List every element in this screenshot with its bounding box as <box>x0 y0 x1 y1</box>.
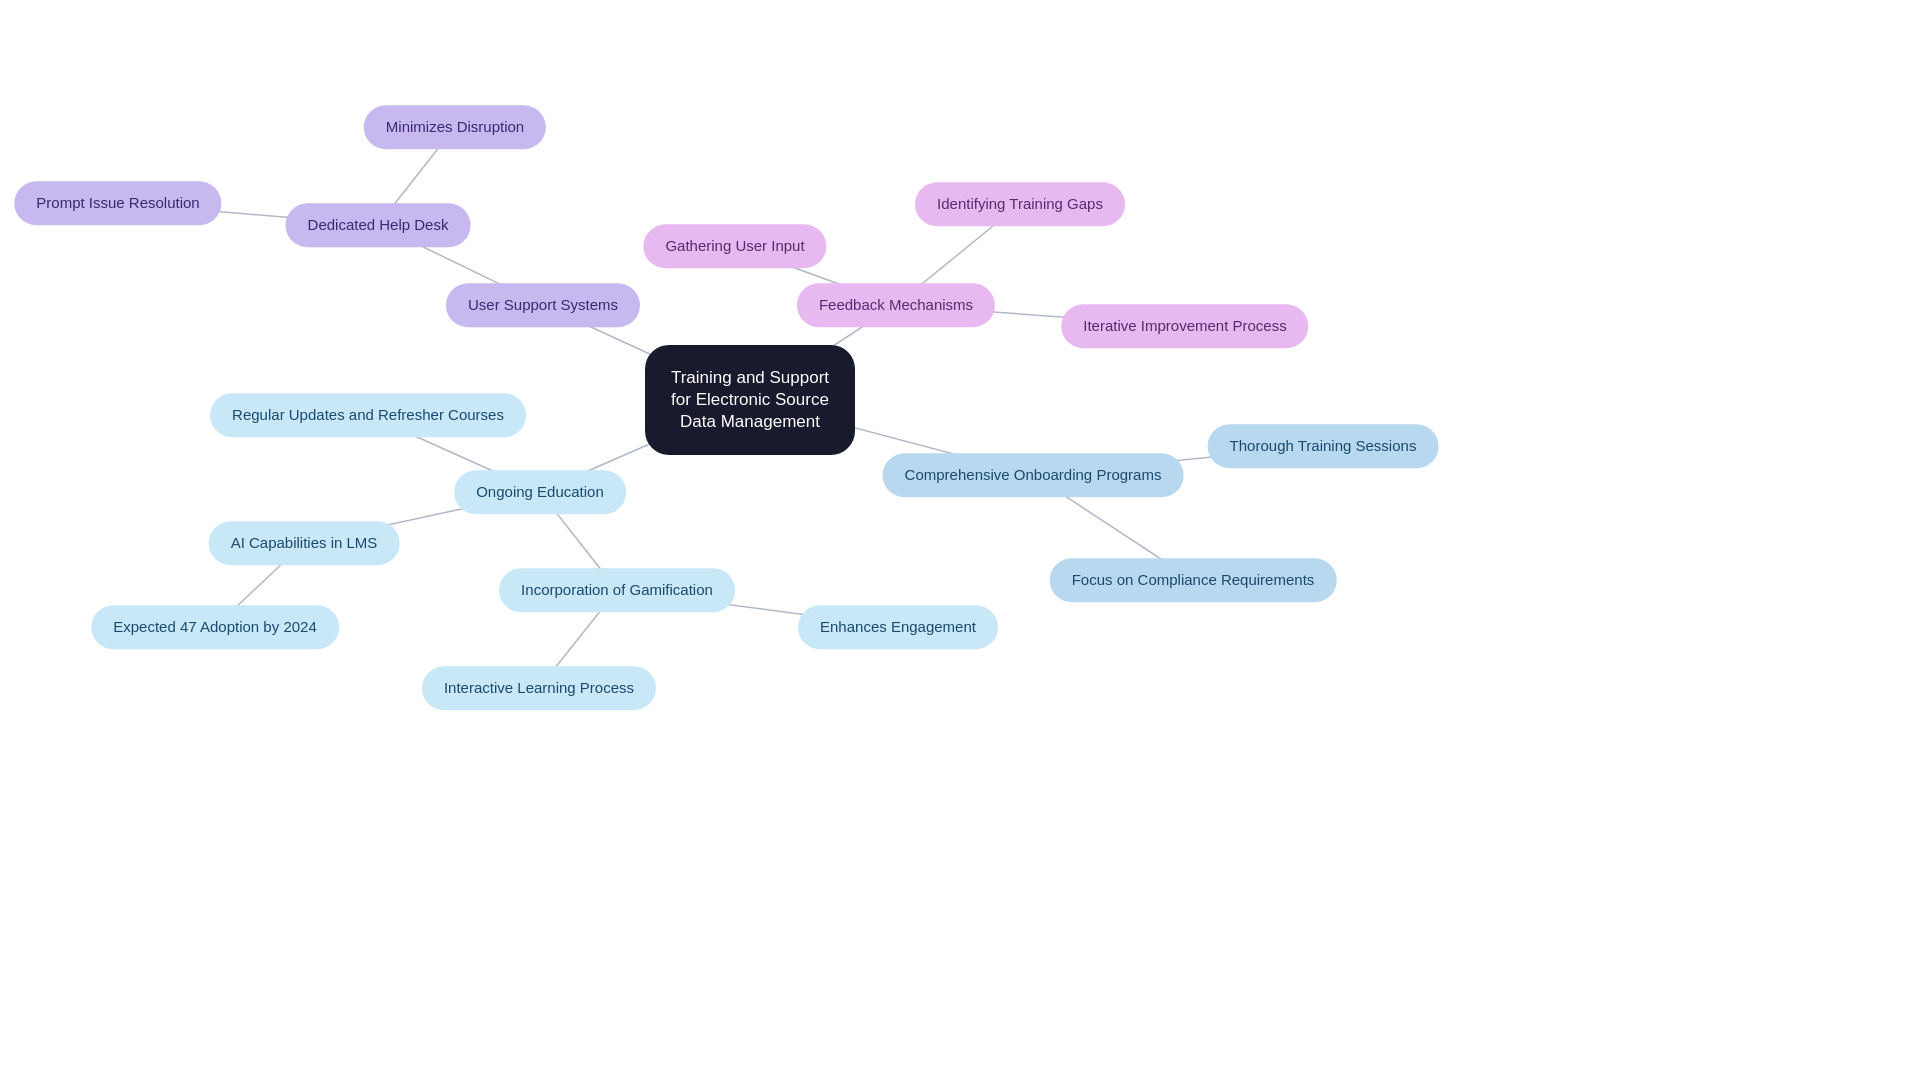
dedicated-help-desk-node: Dedicated Help Desk <box>286 203 471 247</box>
expected-adoption-node: Expected 47 Adoption by 2024 <box>91 605 339 649</box>
minimizes-disruption-node: Minimizes Disruption <box>364 105 546 149</box>
comprehensive-onboarding-node: Comprehensive Onboarding Programs <box>883 453 1184 497</box>
mind-map: Training and Support for Electronic Sour… <box>0 0 1920 1083</box>
iterative-improvement-node: Iterative Improvement Process <box>1061 304 1308 348</box>
interactive-learning-node: Interactive Learning Process <box>422 666 656 710</box>
gathering-user-input-node: Gathering User Input <box>643 224 826 268</box>
ongoing-education-node: Ongoing Education <box>454 470 626 514</box>
center-node: Training and Support for Electronic Sour… <box>645 345 855 455</box>
identifying-training-gaps-node: Identifying Training Gaps <box>915 182 1125 226</box>
user-support-systems-node: User Support Systems <box>446 283 640 327</box>
prompt-issue-resolution-node: Prompt Issue Resolution <box>14 181 221 225</box>
focus-compliance-node: Focus on Compliance Requirements <box>1050 558 1337 602</box>
feedback-mechanisms-node: Feedback Mechanisms <box>797 283 995 327</box>
thorough-training-node: Thorough Training Sessions <box>1208 424 1439 468</box>
enhances-engagement-node: Enhances Engagement <box>798 605 998 649</box>
ai-capabilities-node: AI Capabilities in LMS <box>209 521 400 565</box>
regular-updates-node: Regular Updates and Refresher Courses <box>210 393 526 437</box>
incorporation-gamification-node: Incorporation of Gamification <box>499 568 735 612</box>
